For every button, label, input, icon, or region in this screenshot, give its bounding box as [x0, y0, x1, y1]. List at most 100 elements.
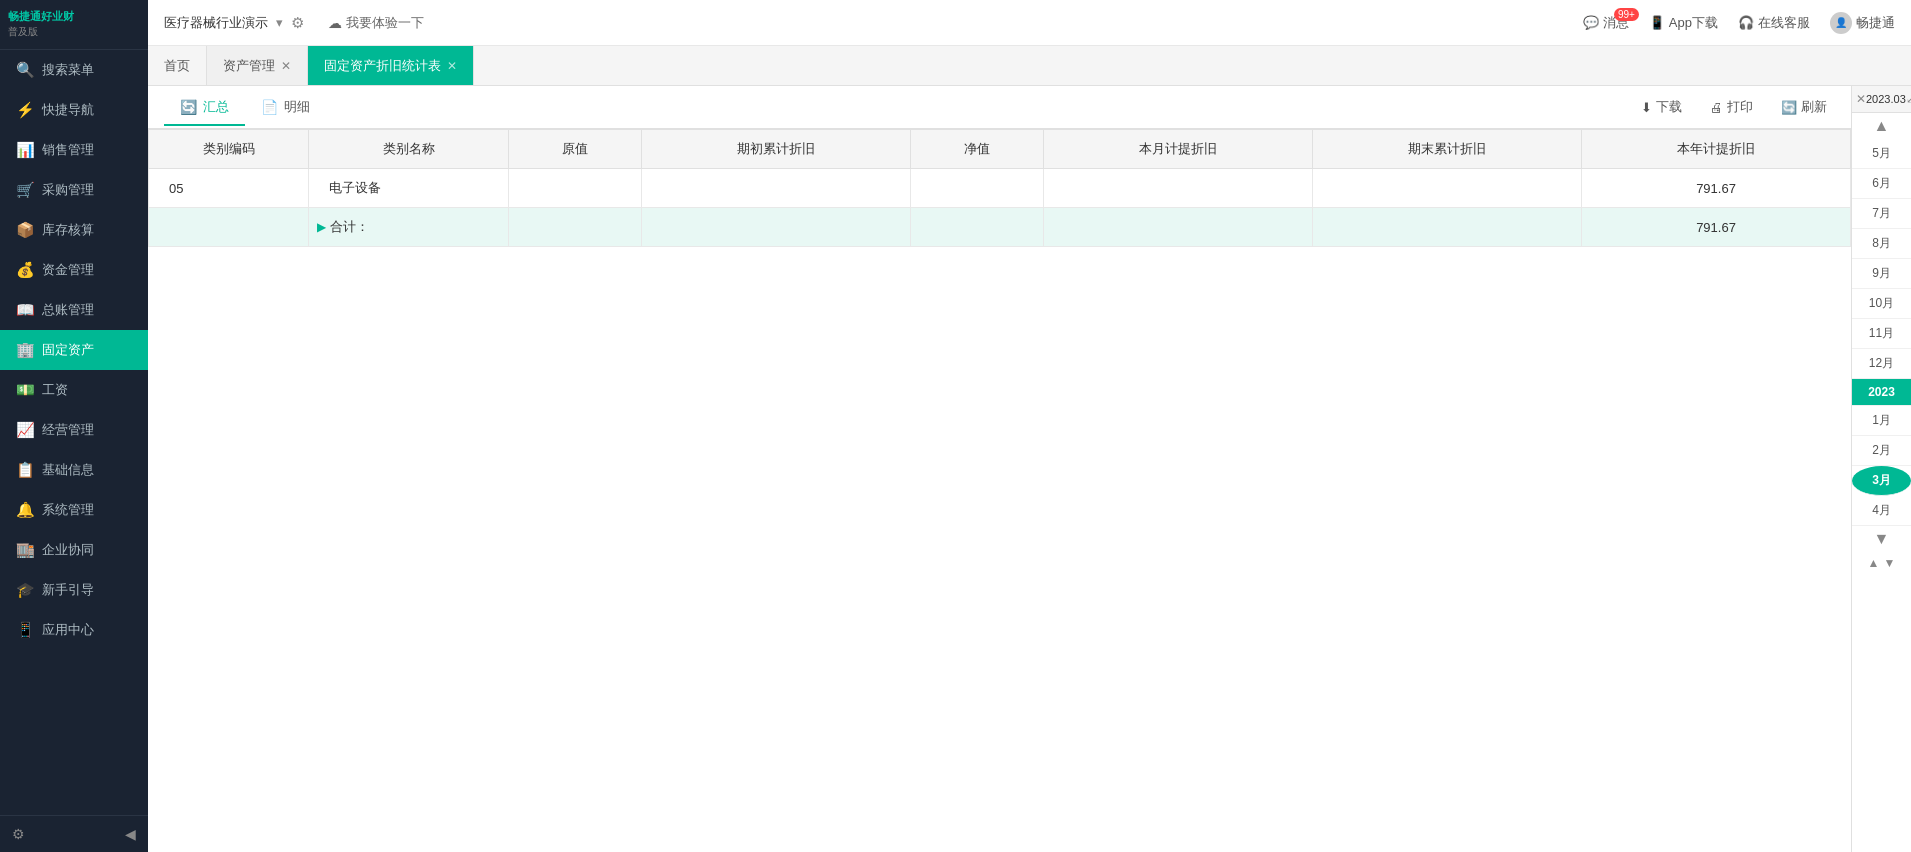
sidebar-footer: ⚙ ◀ — [0, 815, 148, 852]
sidebar-item-enterprise[interactable]: 🏬 企业协同 — [0, 530, 148, 570]
sidebar-item-app-center[interactable]: 📱 应用中心 — [0, 610, 148, 650]
table-container: 类别编码 类别名称 原值 期初累计折旧 净值 本月计提折旧 期末累计折旧 本年计… — [148, 129, 1851, 852]
tab-home[interactable]: 首页 — [148, 46, 207, 85]
guide-icon: 🎓 — [16, 581, 34, 599]
sidebar-item-label: 新手引导 — [42, 581, 94, 599]
col-ending-accumulated: 期末累计折旧 — [1313, 130, 1582, 169]
tab-close-icon[interactable]: ✕ — [281, 59, 291, 73]
sales-icon: 📊 — [16, 141, 34, 159]
date-month-5[interactable]: 5月 — [1852, 139, 1911, 169]
date-month-6[interactable]: 6月 — [1852, 169, 1911, 199]
date-month-1[interactable]: 1月 — [1852, 406, 1911, 436]
cell-original-value — [509, 169, 642, 208]
print-button[interactable]: 🖨 打印 — [1702, 94, 1761, 120]
date-month-8[interactable]: 8月 — [1852, 229, 1911, 259]
app-center-icon: 📱 — [16, 621, 34, 639]
sidebar-item-base-info[interactable]: 📋 基础信息 — [0, 450, 148, 490]
enterprise-icon: 🏬 — [16, 541, 34, 559]
action-bar: ⬇ 下载 🖨 打印 🔄 刷新 — [1633, 86, 1835, 128]
top-header: 医疗器械行业演示 ▾ ⚙ ☁ 我要体验一下 💬 消息 99+ 📱 App下载 🎧… — [148, 0, 1911, 46]
date-up-arrow[interactable]: ▲ — [1868, 556, 1880, 570]
total-label: ▶ 合计： — [309, 208, 509, 247]
settings-icon[interactable]: ⚙ — [12, 826, 25, 842]
sidebar-logo: 畅捷通好业财 — [8, 10, 74, 23]
download-button[interactable]: ⬇ 下载 — [1633, 94, 1690, 120]
user-button[interactable]: 👤 畅捷通 — [1830, 12, 1895, 34]
tab-asset-management[interactable]: 资产管理 ✕ — [207, 46, 308, 85]
tab-close-active-icon[interactable]: ✕ — [447, 59, 457, 73]
sidebar-item-label: 应用中心 — [42, 621, 94, 639]
date-month-12[interactable]: 12月 — [1852, 349, 1911, 379]
sidebar-item-label: 销售管理 — [42, 141, 94, 159]
date-year-label: 2023 — [1852, 379, 1911, 406]
tab-depreciation-report[interactable]: 固定资产折旧统计表 ✕ — [308, 46, 474, 85]
total-initial — [642, 208, 911, 247]
sidebar-edition: 普及版 — [8, 25, 74, 39]
cell-name: 电子设备 — [309, 169, 509, 208]
date-month-7[interactable]: 7月 — [1852, 199, 1911, 229]
system-icon: 🔔 — [16, 501, 34, 519]
sidebar-item-purchase[interactable]: 🛒 采购管理 — [0, 170, 148, 210]
table-row: 05 电子设备 791.67 — [149, 169, 1851, 208]
inventory-icon: 📦 — [16, 221, 34, 239]
total-label-cell — [149, 208, 309, 247]
refresh-button[interactable]: 🔄 刷新 — [1773, 94, 1835, 120]
date-month-9[interactable]: 9月 — [1852, 259, 1911, 289]
date-panel-close[interactable]: ✕ — [1856, 92, 1866, 106]
message-button[interactable]: 💬 消息 99+ — [1583, 14, 1629, 32]
date-month-10[interactable]: 10月 — [1852, 289, 1911, 319]
sidebar-item-system[interactable]: 🔔 系统管理 — [0, 490, 148, 530]
app-download-button[interactable]: 📱 App下载 — [1649, 14, 1718, 32]
service-button[interactable]: 🎧 在线客服 — [1738, 14, 1810, 32]
sidebar-item-search[interactable]: 🔍 搜索菜单 — [0, 50, 148, 90]
date-month-3-selected[interactable]: 3月 — [1852, 466, 1911, 496]
chevron-down-icon[interactable]: ▾ — [276, 15, 283, 30]
total-yearly: 791.67 — [1582, 208, 1851, 247]
page-content: 🔄 汇总 📄 明细 ⬇ 下载 — [148, 86, 1851, 852]
settings-gear-icon[interactable]: ⚙ — [291, 14, 304, 32]
total-ending — [1313, 208, 1582, 247]
date-panel-nav-up[interactable]: ▲ — [1852, 113, 1911, 139]
sidebar-item-capital[interactable]: 💰 资金管理 — [0, 250, 148, 290]
message-badge: 99+ — [1614, 8, 1639, 21]
date-panel-expand[interactable]: ⤢ — [1906, 92, 1911, 106]
date-panel-header: ✕ 2023.03 ⤢ — [1852, 86, 1911, 113]
content-wrapper: 🔄 汇总 📄 明细 ⬇ 下载 — [148, 86, 1851, 852]
company-name: 医疗器械行业演示 — [164, 14, 268, 32]
date-panel-title: 2023.03 — [1866, 93, 1906, 105]
sidebar-header: 畅捷通好业财 普及版 — [0, 0, 148, 50]
cell-ending-accumulated — [1313, 169, 1582, 208]
col-original-value: 原值 — [509, 130, 642, 169]
date-panel-nav-down[interactable]: ▼ — [1852, 526, 1911, 552]
date-month-4[interactable]: 4月 — [1852, 496, 1911, 526]
sidebar-item-fixed-assets[interactable]: 🏢 固定资产 — [0, 330, 148, 370]
sidebar-item-operations[interactable]: 📈 经营管理 — [0, 410, 148, 450]
quick-nav-icon: ⚡ — [16, 101, 34, 119]
sidebar-item-ledger[interactable]: 📖 总账管理 — [0, 290, 148, 330]
right-wrapper: 🔄 汇总 📄 明细 ⬇ 下载 — [148, 86, 1911, 852]
sub-tab-detail[interactable]: 📄 明细 — [245, 90, 326, 126]
cell-net-value — [911, 169, 1044, 208]
col-category-name: 类别名称 — [309, 130, 509, 169]
base-info-icon: 📋 — [16, 461, 34, 479]
sidebar: 畅捷通好业财 普及版 🔍 搜索菜单 ⚡ 快捷导航 📊 销售管理 🛒 采购管理 📦… — [0, 0, 148, 852]
sub-tab-summary[interactable]: 🔄 汇总 — [164, 90, 245, 126]
sidebar-item-guide[interactable]: 🎓 新手引导 — [0, 570, 148, 610]
sidebar-item-quick-nav[interactable]: ⚡ 快捷导航 — [0, 90, 148, 130]
collapse-icon[interactable]: ◀ — [125, 826, 136, 842]
sidebar-item-inventory[interactable]: 📦 库存核算 — [0, 210, 148, 250]
sidebar-item-salary[interactable]: 💵 工资 — [0, 370, 148, 410]
sub-tabs: 🔄 汇总 📄 明细 — [164, 90, 326, 125]
header-left: 医疗器械行业演示 ▾ ⚙ ☁ 我要体验一下 — [164, 14, 424, 32]
col-initial-accumulated: 期初累计折旧 — [642, 130, 911, 169]
phone-icon: 📱 — [1649, 15, 1665, 30]
detail-icon: 📄 — [261, 99, 278, 115]
date-down-arrow[interactable]: ▼ — [1884, 556, 1896, 570]
sidebar-item-sales[interactable]: 📊 销售管理 — [0, 130, 148, 170]
date-month-11[interactable]: 11月 — [1852, 319, 1911, 349]
sidebar-item-label: 经营管理 — [42, 421, 94, 439]
try-button[interactable]: ☁ 我要体验一下 — [328, 14, 424, 32]
total-original — [509, 208, 642, 247]
date-month-2[interactable]: 2月 — [1852, 436, 1911, 466]
sidebar-item-label: 固定资产 — [42, 341, 94, 359]
